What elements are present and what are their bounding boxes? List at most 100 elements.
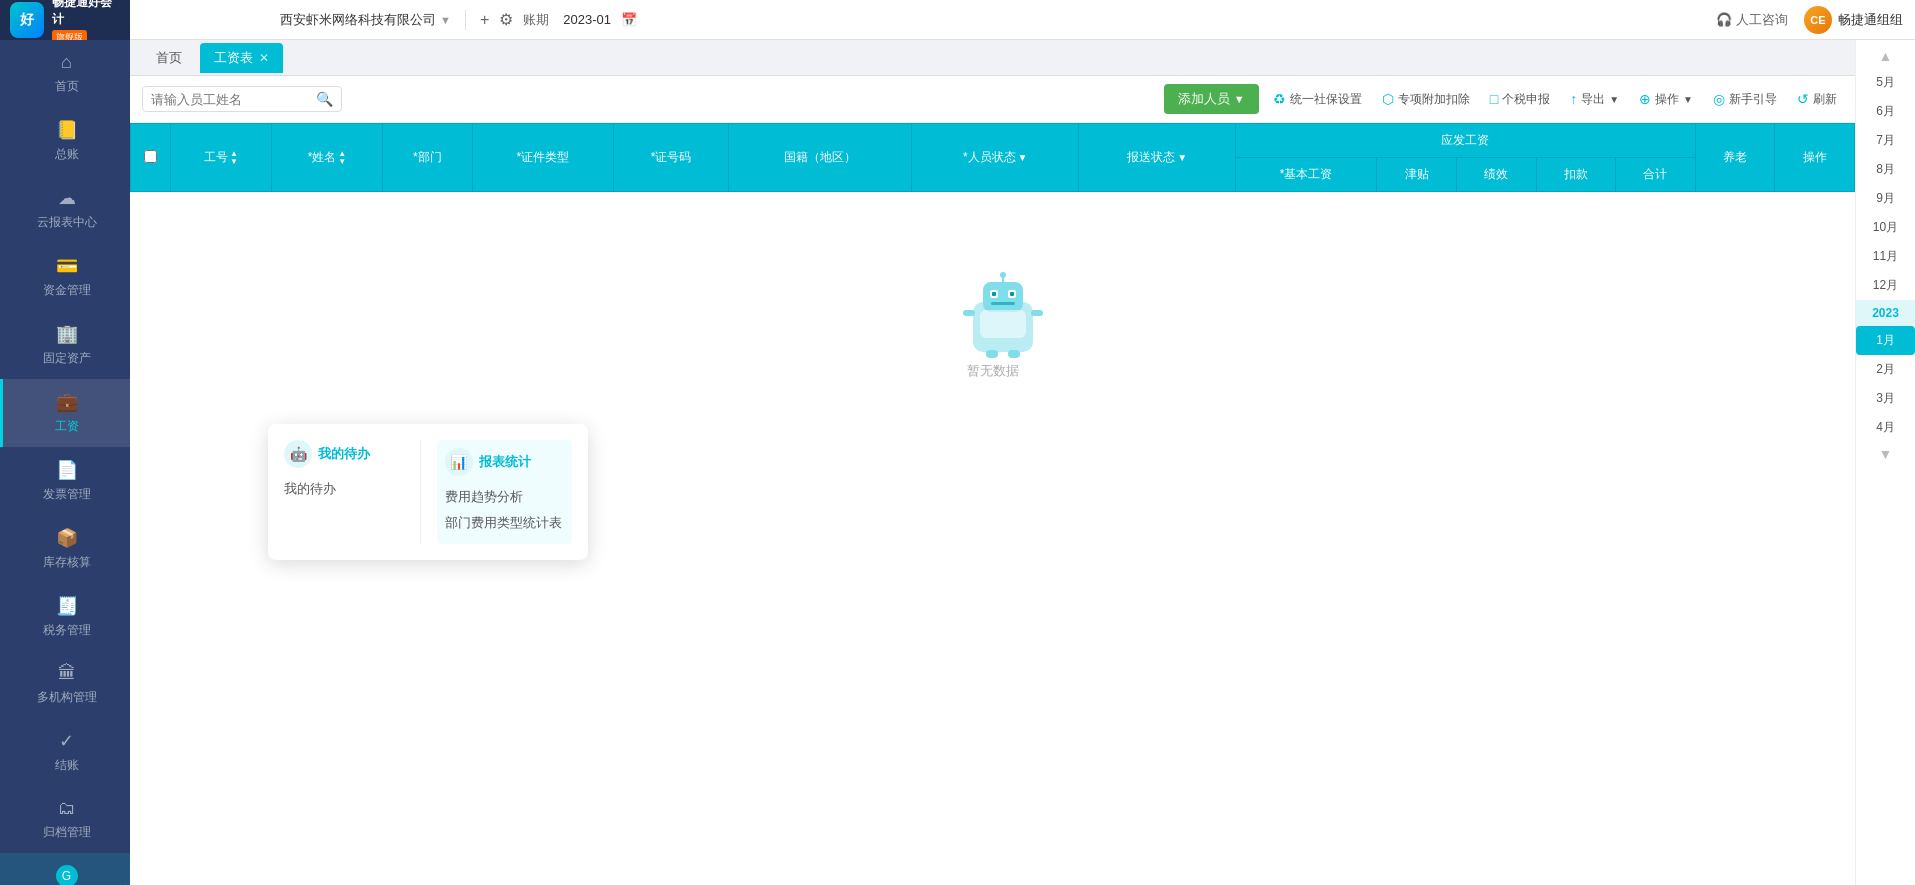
th-checkbox[interactable] [131,124,171,192]
th-employee-id: 工号 ▲▼ [171,124,272,192]
th-operation: 操作 [1775,124,1855,192]
month-panel-down-icon[interactable]: ▼ [1875,442,1897,466]
social-insurance-action[interactable]: ♻ 统一社保设置 [1267,87,1368,112]
tab-close-icon[interactable]: ✕ [259,51,269,65]
month-item-2022-9[interactable]: 9月 [1856,184,1915,213]
operations-arrow-icon: ▼ [1683,94,1693,105]
sidebar-item-archive[interactable]: 🗂 归档管理 [0,786,130,853]
tab-salary-table[interactable]: 工资表 ✕ [200,43,283,73]
popup-item-my-todo[interactable]: 我的待办 [284,476,404,502]
operations-action[interactable]: ⊕ 操作 ▼ [1633,87,1699,112]
search-input[interactable] [151,92,310,107]
month-item-2023-2[interactable]: 2月 [1856,355,1915,384]
svg-rect-6 [991,302,1015,305]
search-icon: 🔍 [316,91,333,107]
sidebar-item-label: 资金管理 [43,282,91,299]
sidebar-item-salary[interactable]: 💼 工资 [0,379,130,447]
sidebar-item-inventory[interactable]: 📦 库存核算 [0,515,130,583]
period-value[interactable]: 2023-01 [563,12,611,27]
settings-icon[interactable]: ⚙ [499,10,513,29]
special-deduct-action[interactable]: ⬡ 专项附加扣除 [1376,87,1476,112]
popup-item-expense-trend[interactable]: 费用趋势分析 [445,484,565,510]
svg-rect-9 [980,310,1026,338]
sidebar-item-settlement[interactable]: ✓ 结账 [0,718,130,786]
th-report-status: 报送状态 ▼ [1079,124,1236,192]
sort-icon[interactable]: ▲▼ [338,150,346,166]
month-item-2022-11[interactable]: 11月 [1856,242,1915,271]
select-all-checkbox[interactable] [144,150,157,163]
cloud-icon: ☁ [58,187,76,209]
sidebar-item-label: 总账 [55,146,79,163]
th-base-salary: *基本工资 [1236,158,1377,192]
th-status: *人员状态 ▼ [912,124,1079,192]
popup-header-todo[interactable]: 🤖 我的待办 [284,440,404,468]
new-guide-icon: ◎ [1713,91,1725,107]
sidebar-item-fund[interactable]: 💳 资金管理 [0,243,130,311]
sidebar-item-multi-org[interactable]: 🏛 多机构管理 [0,651,130,718]
month-item-2023-3[interactable]: 3月 [1856,384,1915,413]
search-box[interactable]: 🔍 [142,86,342,112]
todo-icon: 🤖 [284,440,312,468]
toolbar: 🔍 添加人员 ▼ ♻ 统一社保设置 ⬡ 专项附加扣除 □ 个税申报 ↑ 导出 [130,76,1855,123]
user-info[interactable]: CE 畅捷通组组 [1804,6,1903,34]
settlement-icon: ✓ [59,730,74,752]
tab-home[interactable]: 首页 [142,43,196,73]
th-id-number: *证号码 [613,124,728,192]
add-company-icon[interactable]: + [480,11,489,29]
th-dept: *部门 [382,124,472,192]
svg-rect-1 [983,282,1023,312]
special-deduct-icon: ⬡ [1382,91,1394,107]
sidebar-item-label: 发票管理 [43,486,91,503]
filter-icon[interactable]: ▼ [1177,152,1187,163]
th-deduction: 扣款 [1536,158,1616,192]
add-person-button[interactable]: 添加人员 ▼ [1164,84,1259,114]
sidebar-item-cloud-report[interactable]: ☁ 云报表中心 [0,175,130,243]
popup-col-reports: 📊 报表统计 费用趋势分析 部门费用类型统计表 [437,440,573,544]
svg-rect-13 [1008,350,1020,358]
filter-icon[interactable]: ▼ [1018,152,1028,163]
sidebar-item-label: 固定资产 [43,350,91,367]
company-selector[interactable]: 西安虾米网络科技有限公司 ▼ [280,11,451,29]
svg-rect-4 [992,292,996,296]
svg-rect-12 [986,350,998,358]
th-nationality: 国籍（地区） [729,124,912,192]
sidebar-item-invoice[interactable]: 📄 发票管理 [0,447,130,515]
sidebar-item-tax[interactable]: 🧾 税务管理 [0,583,130,651]
top-bar: 好 畅捷通好会计 旗舰版 西安虾米网络科技有限公司 ▼ + ⚙ 账期 2023-… [0,0,1915,40]
sidebar-item-label: 工资 [55,418,79,435]
month-panel-up-icon[interactable]: ▲ [1875,44,1897,68]
month-item-2022-5[interactable]: 5月 [1856,68,1915,97]
month-item-2022-8[interactable]: 8月 [1856,155,1915,184]
month-item-2023-4[interactable]: 4月 [1856,413,1915,442]
sidebar-item-expense[interactable]: G 小畅报销 ◀ [0,853,130,885]
archive-icon: 🗂 [58,798,76,819]
user-name: 畅捷通组组 [1838,11,1903,29]
salary-icon: 💼 [56,391,78,413]
popup-item-dept-expense[interactable]: 部门费用类型统计表 [445,510,565,536]
calendar-icon[interactable]: 📅 [621,12,637,27]
sort-icon[interactable]: ▲▼ [230,150,238,166]
fixed-assets-icon: 🏢 [56,323,78,345]
tax-filing-icon: □ [1490,91,1498,107]
sidebar-item-home[interactable]: ⌂ 首页 [0,40,130,107]
sidebar: ⌂ 首页 📒 总账 ☁ 云报表中心 💳 资金管理 🏢 固定资产 💼 工资 📄 发… [0,40,130,885]
month-item-2022-10[interactable]: 10月 [1856,213,1915,242]
month-item-2022-12[interactable]: 12月 [1856,271,1915,300]
sidebar-item-label: 多机构管理 [37,689,97,706]
month-item-2022-6[interactable]: 6月 [1856,97,1915,126]
content-area: 首页 工资表 ✕ 🔍 添加人员 ▼ ♻ 统一社保设置 ⬡ [130,40,1855,885]
popup-reports-title: 报表统计 [479,453,531,471]
popup-header-reports[interactable]: 📊 报表统计 [445,448,565,476]
refresh-action[interactable]: ↺ 刷新 [1791,87,1843,112]
invoice-icon: 📄 [56,459,78,481]
support-button[interactable]: 🎧 人工咨询 [1716,11,1788,29]
popup-content: 🤖 我的待办 我的待办 📊 报表统计 费用趋势分析 部门费用类型统计表 [284,440,572,544]
sidebar-item-label: 税务管理 [43,622,91,639]
tax-filing-action[interactable]: □ 个税申报 [1484,87,1556,112]
new-guide-action[interactable]: ◎ 新手引导 [1707,87,1783,112]
sidebar-item-ledger[interactable]: 📒 总账 [0,107,130,175]
month-item-2022-7[interactable]: 7月 [1856,126,1915,155]
export-action[interactable]: ↑ 导出 ▼ [1564,87,1625,112]
sidebar-item-fixed-assets[interactable]: 🏢 固定资产 [0,311,130,379]
month-item-2023-1[interactable]: 1月 [1856,326,1915,355]
